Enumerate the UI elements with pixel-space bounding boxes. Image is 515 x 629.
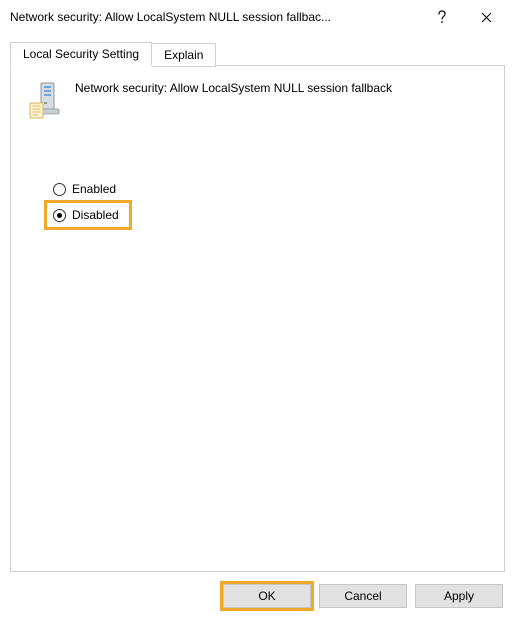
title-bar: Network security: Allow LocalSystem NULL…: [0, 0, 515, 34]
tabs-container: Local Security Setting Explain: [10, 42, 505, 572]
button-label: OK: [258, 589, 275, 603]
policy-header: Network security: Allow LocalSystem NULL…: [27, 80, 488, 120]
radio-circle-selected-icon: [53, 209, 66, 222]
policy-title: Network security: Allow LocalSystem NULL…: [75, 80, 392, 95]
tab-strip: Local Security Setting Explain: [10, 42, 505, 66]
close-icon: [481, 12, 492, 23]
close-button[interactable]: [464, 2, 509, 32]
highlight-box: Disabled: [44, 200, 132, 230]
policy-icon: [27, 80, 63, 120]
cancel-button[interactable]: Cancel: [319, 584, 407, 608]
window-title: Network security: Allow LocalSystem NULL…: [10, 10, 419, 24]
radio-label: Enabled: [72, 182, 116, 196]
tab-local-security-setting[interactable]: Local Security Setting: [10, 42, 152, 66]
ok-button[interactable]: OK: [223, 584, 311, 608]
tab-label: Local Security Setting: [23, 47, 139, 61]
help-button[interactable]: [419, 2, 464, 32]
radio-label: Disabled: [72, 208, 119, 222]
radio-disabled[interactable]: Disabled: [49, 204, 123, 226]
dialog-content: Local Security Setting Explain: [0, 34, 515, 572]
radio-enabled[interactable]: Enabled: [49, 178, 488, 200]
radio-circle-icon: [53, 183, 66, 196]
server-policy-icon: [27, 80, 63, 120]
apply-button[interactable]: Apply: [415, 584, 503, 608]
tab-label: Explain: [164, 48, 203, 62]
tab-explain[interactable]: Explain: [152, 43, 216, 67]
radio-group: Enabled Disabled: [49, 178, 488, 230]
button-label: Apply: [444, 589, 474, 603]
tab-panel-local: Network security: Allow LocalSystem NULL…: [10, 65, 505, 572]
dialog-button-row: OK Cancel Apply: [0, 572, 515, 620]
help-icon: [437, 10, 447, 24]
button-label: Cancel: [344, 589, 381, 603]
